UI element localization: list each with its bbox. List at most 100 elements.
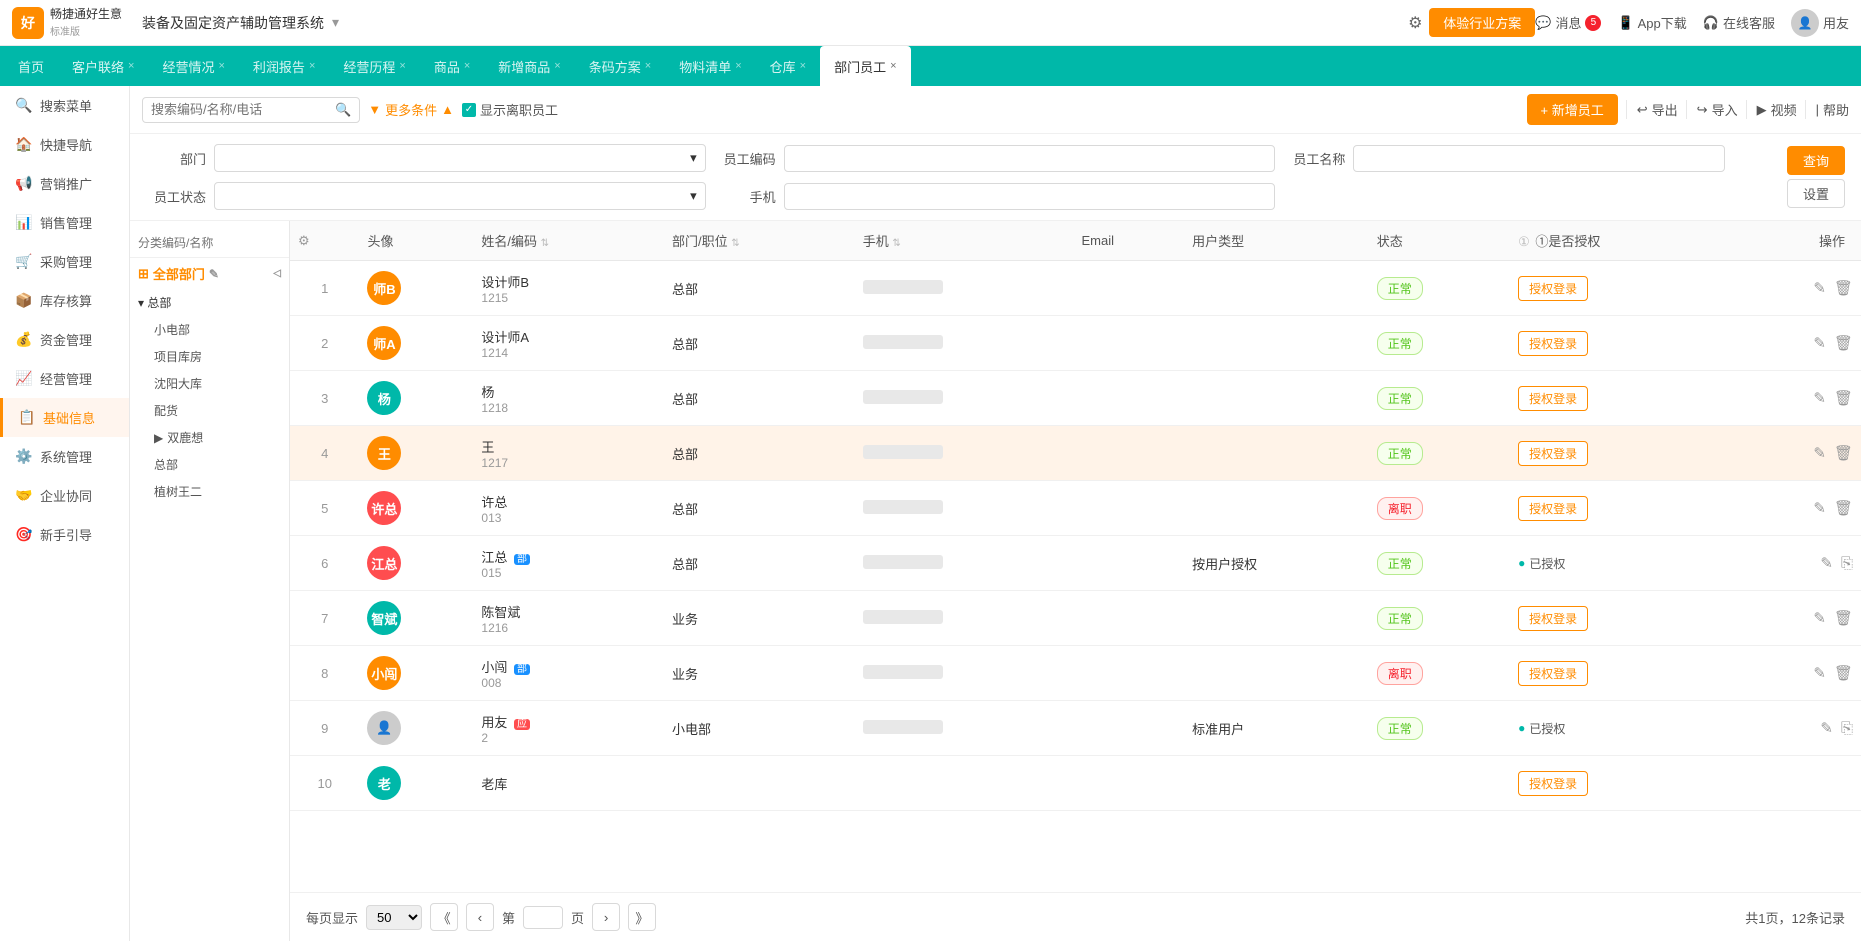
copy-icon[interactable]: ⎘ [1841, 555, 1853, 572]
edit-icon[interactable]: ✎ [1813, 279, 1826, 297]
edit-icon[interactable]: ✎ [1813, 444, 1826, 462]
prev-page-button[interactable]: ‹ [466, 903, 494, 931]
close-icon[interactable]: × [464, 60, 470, 72]
page-input[interactable]: 1 [523, 906, 563, 929]
sidebar-item-nav[interactable]: 🏠 快捷导航 [0, 125, 129, 164]
tab-dept-employee[interactable]: 部门员工 × [820, 46, 910, 86]
sidebar-item-inventory[interactable]: 📦 库存核算 [0, 281, 129, 320]
close-icon[interactable]: × [735, 60, 741, 72]
auth-button[interactable]: 授权登录 [1518, 276, 1588, 301]
sidebar-item-marketing[interactable]: 📢 营销推广 [0, 164, 129, 203]
delete-icon[interactable]: 🗑 [1834, 389, 1853, 407]
col-phone[interactable]: 手机 ⇅ [855, 221, 1074, 261]
sidebar-item-basic[interactable]: 📋 基础信息 [0, 398, 129, 437]
edit-icon[interactable]: ✎ [209, 267, 219, 281]
sidebar-item-search[interactable]: 🔍 搜索菜单 [0, 86, 129, 125]
dept-item-project[interactable]: 项目库房 [142, 343, 289, 370]
auth-button[interactable]: 授权登录 [1518, 661, 1588, 686]
auth-button[interactable]: 授权登录 [1518, 606, 1588, 631]
col-name[interactable]: 姓名/编码 ⇅ [473, 221, 664, 261]
first-page-button[interactable]: 《 [430, 903, 458, 931]
filter-more-button[interactable]: ▼ 更多条件 ▲ [368, 100, 454, 119]
auth-button[interactable]: 授权登录 [1518, 331, 1588, 356]
delete-icon[interactable]: 🗑 [1834, 499, 1853, 517]
edit-icon[interactable]: ✎ [1813, 334, 1826, 352]
user-item[interactable]: 👤 用友 [1791, 9, 1849, 37]
delete-icon[interactable]: 🗑 [1834, 609, 1853, 627]
tab-operation[interactable]: 经营情况 × [148, 46, 238, 86]
page-size-select[interactable]: 50 100 [366, 905, 422, 930]
dept-item-delivery[interactable]: 配货 [142, 397, 289, 424]
edit-icon[interactable]: ✎ [1813, 499, 1826, 517]
close-icon[interactable]: × [800, 60, 806, 72]
set-button[interactable]: 设置 [1787, 179, 1845, 208]
query-button[interactable]: 查询 [1787, 146, 1845, 175]
collapse-icon[interactable]: ◁ [273, 268, 281, 279]
add-employee-button[interactable]: + 新增员工 [1527, 94, 1618, 125]
import-button[interactable]: ↪ 导入 [1686, 100, 1738, 119]
col-gear[interactable]: ⚙ [290, 221, 359, 261]
delete-icon[interactable]: 🗑 [1834, 334, 1853, 352]
sidebar-item-guide[interactable]: 🎯 新手引导 [0, 515, 129, 554]
view-button[interactable]: ▶ 视频 [1746, 100, 1797, 119]
sidebar-item-collab[interactable]: 🤝 企业协同 [0, 476, 129, 515]
help-button[interactable]: | 帮助 [1805, 100, 1849, 119]
show-resigned-check[interactable]: ✓ 显示离职员工 [462, 100, 558, 119]
dept-item-head[interactable]: 总部 [142, 451, 289, 478]
dept-group-head[interactable]: ▾ 总部 [130, 289, 289, 316]
close-icon[interactable]: × [890, 60, 896, 72]
empcode-input[interactable] [784, 145, 1276, 172]
edit-icon[interactable]: ✎ [1813, 609, 1826, 627]
copy-icon[interactable]: ⎘ [1841, 720, 1853, 737]
close-icon[interactable]: × [309, 60, 315, 72]
tab-goods[interactable]: 商品 × [420, 46, 484, 86]
auth-button[interactable]: 授权登录 [1518, 386, 1588, 411]
sidebar-item-system[interactable]: ⚙️ 系统管理 [0, 437, 129, 476]
phone-input[interactable] [784, 183, 1276, 210]
close-icon[interactable]: × [554, 60, 560, 72]
dept-search-input[interactable] [138, 236, 290, 250]
empname-input[interactable] [1353, 145, 1725, 172]
tab-home[interactable]: 首页 [4, 46, 58, 86]
tab-customer[interactable]: 客户联络 × [58, 46, 148, 86]
search-input[interactable] [151, 102, 331, 117]
tab-journey[interactable]: 经营历程 × [329, 46, 419, 86]
dept-item-zhushuwang[interactable]: 植树王二 [142, 478, 289, 505]
dept-select[interactable]: ▾ [214, 144, 706, 172]
app-download-item[interactable]: 📱 App下载 [1617, 13, 1686, 32]
tab-bom[interactable]: 物料清单 × [665, 46, 755, 86]
sidebar-item-sales[interactable]: 📊 销售管理 [0, 203, 129, 242]
edit-icon[interactable]: ✎ [1813, 664, 1826, 682]
sidebar-item-finance[interactable]: 💰 资金管理 [0, 320, 129, 359]
auth-button[interactable]: 授权登录 [1518, 496, 1588, 521]
next-page-button[interactable]: › [592, 903, 620, 931]
delete-icon[interactable]: 🗑 [1834, 279, 1853, 297]
trial-button[interactable]: 体验行业方案 [1429, 8, 1535, 37]
dept-item-shuangluxiang[interactable]: ▶ 双鹿想 [142, 424, 289, 451]
dept-item-small-electric[interactable]: 小电部 [142, 316, 289, 343]
status-select[interactable]: ▾ [214, 182, 706, 210]
edit-icon[interactable]: ✎ [1813, 389, 1826, 407]
edit-icon[interactable]: ✎ [1820, 719, 1833, 737]
dropdown-arrow-icon[interactable]: ▾ [332, 14, 339, 31]
col-dept[interactable]: 部门/职位 ⇅ [664, 221, 855, 261]
delete-icon[interactable]: 🗑 [1834, 664, 1853, 682]
close-icon[interactable]: × [399, 60, 405, 72]
close-icon[interactable]: × [645, 60, 651, 72]
auth-button[interactable]: 授权登录 [1518, 771, 1588, 796]
delete-icon[interactable]: 🗑 [1834, 444, 1853, 462]
tab-add-goods[interactable]: 新增商品 × [484, 46, 574, 86]
auth-button[interactable]: 授权登录 [1518, 441, 1588, 466]
sidebar-item-purchase[interactable]: 🛒 采购管理 [0, 242, 129, 281]
last-page-button[interactable]: 》 [628, 903, 656, 931]
close-icon[interactable]: × [128, 60, 134, 72]
dept-item-shenyang[interactable]: 沈阳大库 [142, 370, 289, 397]
dept-header[interactable]: ⊞ 全部部门 ✎ ◁ [130, 258, 289, 289]
edit-icon[interactable]: ✎ [1820, 554, 1833, 572]
service-item[interactable]: 🎧 在线客服 [1703, 13, 1775, 32]
export-button[interactable]: ↩ 导出 [1626, 100, 1678, 119]
tab-barcode[interactable]: 条码方案 × [575, 46, 665, 86]
sidebar-item-operation[interactable]: 📈 经营管理 [0, 359, 129, 398]
close-icon[interactable]: × [218, 60, 224, 72]
tab-profit[interactable]: 利润报告 × [239, 46, 329, 86]
